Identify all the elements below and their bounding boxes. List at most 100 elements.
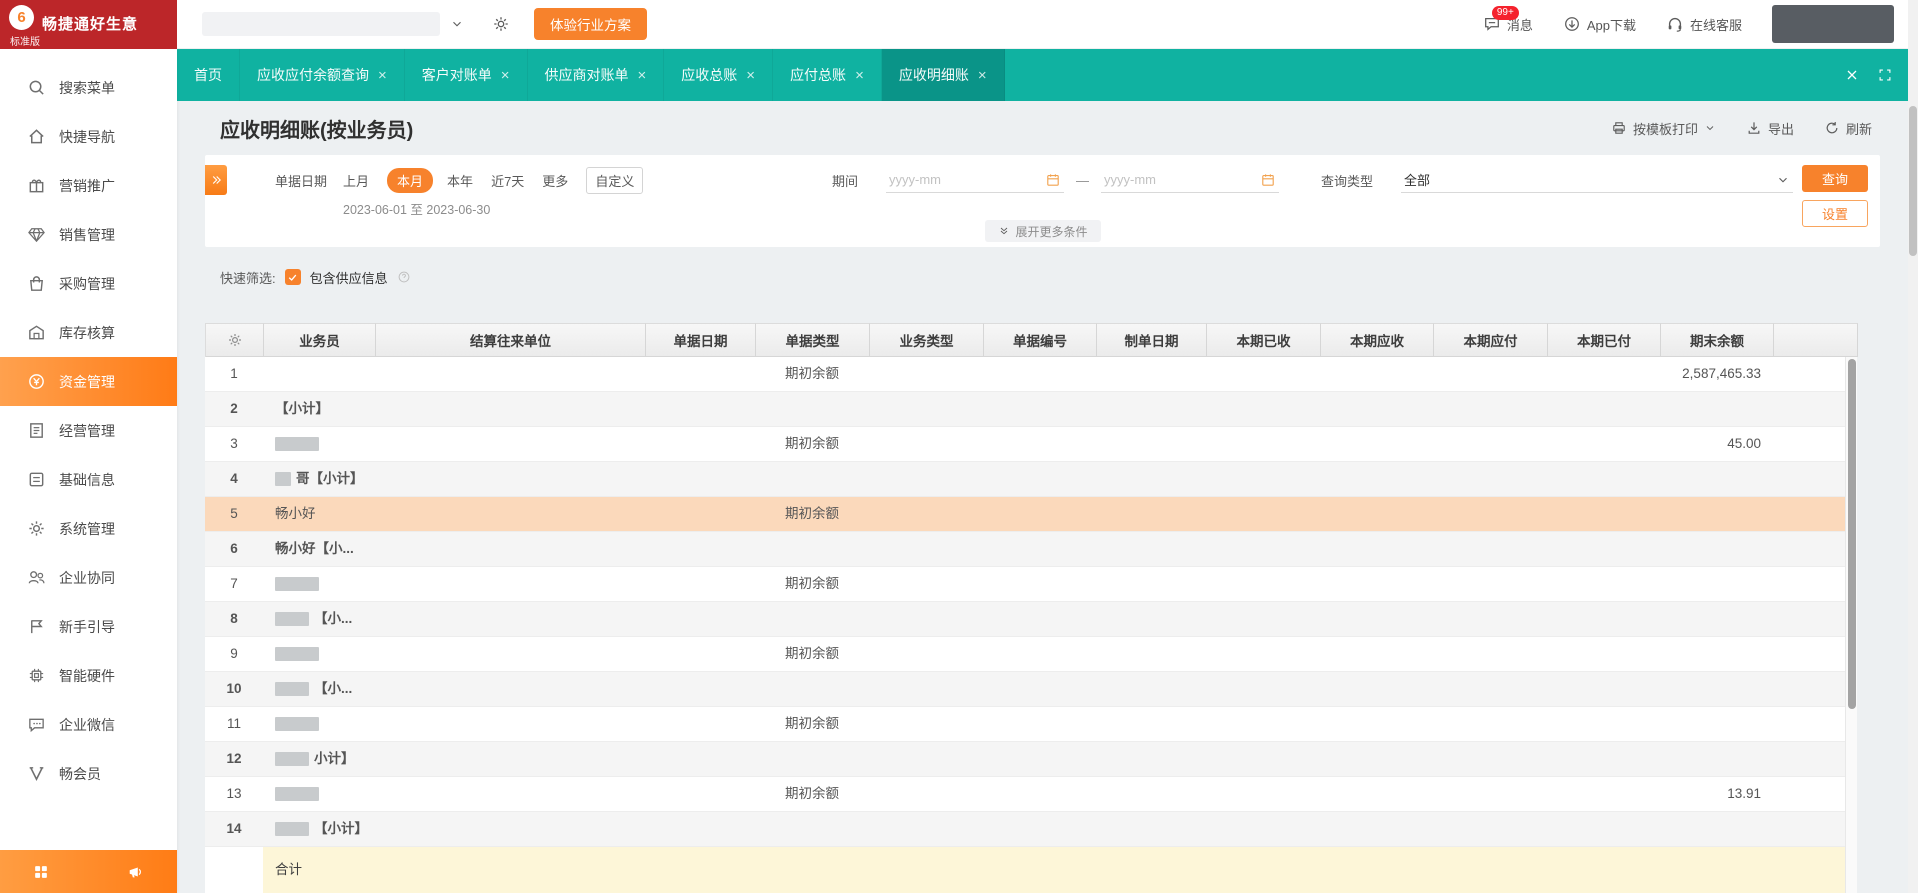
- tab-1[interactable]: 应收应付余额查询 ×: [240, 49, 405, 101]
- table-row[interactable]: 11 期初余额: [205, 707, 1857, 742]
- workspace-dropdown[interactable]: [202, 12, 464, 36]
- column-header-8[interactable]: 本期应收: [1321, 323, 1434, 357]
- announcement-icon[interactable]: [127, 863, 145, 881]
- date-option-0[interactable]: 上月: [343, 171, 369, 190]
- column-header-0[interactable]: 业务员: [264, 323, 376, 357]
- sidebar-item-report[interactable]: 经营管理: [0, 406, 177, 455]
- sidebar-item-info[interactable]: 基础信息: [0, 455, 177, 504]
- settings-button[interactable]: 设置: [1802, 200, 1868, 227]
- period-to-input[interactable]: yyyy-mm: [1101, 167, 1280, 193]
- include-supply-checkbox[interactable]: [284, 269, 301, 285]
- fullscreen-icon[interactable]: [1878, 68, 1892, 82]
- refresh-button[interactable]: 刷新: [1824, 119, 1872, 138]
- messages-button[interactable]: 99+ 消息: [1483, 5, 1533, 34]
- table-row[interactable]: 12 小计】: [205, 742, 1857, 777]
- settings-gear-icon[interactable]: [492, 15, 510, 33]
- search-button[interactable]: 查询: [1802, 165, 1868, 192]
- date-option-5[interactable]: 自定义: [586, 166, 644, 194]
- empty-cell: [1320, 357, 1433, 392]
- industry-solution-button[interactable]: 体验行业方案: [534, 8, 647, 40]
- sidebar-item-guide[interactable]: 新手引导: [0, 602, 177, 651]
- doc-type-cell: [755, 602, 869, 637]
- redacted-text: [275, 717, 319, 732]
- sidebar-item-hardware[interactable]: 智能硬件: [0, 651, 177, 700]
- sidebar-item-member[interactable]: 畅会员: [0, 749, 177, 798]
- table-row[interactable]: 4 哥【小计】: [205, 462, 1857, 497]
- export-button[interactable]: 导出: [1746, 119, 1794, 138]
- period-from-input[interactable]: yyyy-mm: [886, 167, 1065, 193]
- empty-cell: [1096, 462, 1206, 497]
- print-by-template-button[interactable]: 按模板打印: [1611, 119, 1716, 138]
- table-row[interactable]: 14 【小计】: [205, 812, 1857, 847]
- gear-icon: [227, 332, 243, 348]
- column-settings-button[interactable]: [206, 323, 264, 357]
- close-all-tabs-icon[interactable]: [1844, 67, 1860, 83]
- column-header-4[interactable]: 业务类型: [870, 323, 984, 357]
- date-option-3[interactable]: 近7天: [491, 171, 524, 190]
- sidebar-item-label: 企业协同: [59, 569, 115, 586]
- column-header-1[interactable]: 结算往来单位: [376, 323, 646, 357]
- tab-close-icon[interactable]: ×: [638, 68, 647, 83]
- table-row[interactable]: 7 期初余额: [205, 567, 1857, 602]
- app-download-button[interactable]: App下载: [1563, 15, 1636, 34]
- column-header-10[interactable]: 本期已付: [1548, 323, 1661, 357]
- table-row[interactable]: 13 期初余额 13.91: [205, 777, 1857, 812]
- tab-close-icon[interactable]: ×: [855, 68, 864, 83]
- expand-more-button[interactable]: 展开更多条件: [984, 220, 1101, 242]
- sidebar-item-bag[interactable]: 采购管理: [0, 259, 177, 308]
- table-row[interactable]: 5 畅小好 期初余额: [205, 497, 1857, 532]
- empty-cell: [1547, 532, 1660, 567]
- sidebar-item-wechat[interactable]: 企业微信: [0, 700, 177, 749]
- quick-filter-label: 快速筛选:: [220, 270, 276, 286]
- collapse-panel-button[interactable]: [205, 165, 227, 195]
- table-row[interactable]: 8 【小...: [205, 602, 1857, 637]
- settle-unit-cell: [375, 637, 645, 672]
- online-service-button[interactable]: 在线客服: [1666, 15, 1742, 34]
- tab-5[interactable]: 应付总账 ×: [773, 49, 882, 101]
- tab-6[interactable]: 应收明细账 ×: [881, 49, 1005, 101]
- column-header-9[interactable]: 本期应付: [1434, 323, 1548, 357]
- page-scrollbar-thumb[interactable]: [1909, 106, 1917, 256]
- column-header-2[interactable]: 单据日期: [646, 323, 756, 357]
- tab-close-icon[interactable]: ×: [501, 68, 510, 83]
- page-scrollbar[interactable]: [1908, 0, 1918, 893]
- table-scrollbar[interactable]: [1845, 357, 1857, 893]
- sidebar-item-gear[interactable]: 系统管理: [0, 504, 177, 553]
- query-type-select[interactable]: 全部: [1401, 167, 1794, 193]
- table-row[interactable]: 9 期初余额: [205, 637, 1857, 672]
- date-option-2[interactable]: 本年: [447, 171, 473, 190]
- apps-grid-icon[interactable]: [32, 863, 50, 881]
- collab-icon: [27, 568, 46, 587]
- date-option-4[interactable]: 更多: [542, 171, 568, 190]
- table-row[interactable]: 1 期初余额 2,587,465.33: [205, 357, 1857, 392]
- tab-2[interactable]: 客户对账单 ×: [405, 49, 528, 101]
- sidebar-item-home[interactable]: 快捷导航: [0, 112, 177, 161]
- tab-close-icon[interactable]: ×: [746, 68, 755, 83]
- table-row[interactable]: 6 畅小好【小...: [205, 532, 1857, 567]
- sidebar-item-gift[interactable]: 营销推广: [0, 161, 177, 210]
- empty-cell: [1773, 637, 1845, 672]
- tab-0[interactable]: 首页: [177, 49, 240, 101]
- sidebar-item-warehouse[interactable]: 库存核算: [0, 308, 177, 357]
- tab-4[interactable]: 应收总账 ×: [664, 49, 774, 101]
- column-header-3[interactable]: 单据类型: [756, 323, 870, 357]
- column-header-6[interactable]: 制单日期: [1097, 323, 1207, 357]
- table-row[interactable]: 10 【小...: [205, 672, 1857, 707]
- column-header-5[interactable]: 单据编号: [984, 323, 1097, 357]
- tab-close-icon[interactable]: ×: [978, 68, 987, 83]
- sidebar-item-collab[interactable]: 企业协同: [0, 553, 177, 602]
- date-option-1[interactable]: 本月: [387, 167, 434, 193]
- table-row[interactable]: 2 【小计】: [205, 392, 1857, 427]
- column-header-7[interactable]: 本期已收: [1207, 323, 1321, 357]
- column-header-11[interactable]: 期末余额: [1661, 323, 1774, 357]
- refresh-icon: [1824, 120, 1840, 136]
- table-scrollbar-thumb[interactable]: [1848, 359, 1856, 709]
- sidebar-item-search[interactable]: 搜索菜单: [0, 63, 177, 112]
- help-icon[interactable]: [397, 270, 411, 284]
- table-row[interactable]: 3 期初余额 45.00: [205, 427, 1857, 462]
- sidebar-item-diamond[interactable]: 销售管理: [0, 210, 177, 259]
- sidebar-menu: 搜索菜单 快捷导航 营销推广 销售管理 采购管理 库存核算 资金管理 经营管理 基础信息 系统管理…: [0, 49, 177, 798]
- tab-close-icon[interactable]: ×: [378, 68, 387, 83]
- tab-3[interactable]: 供应商对账单 ×: [528, 49, 665, 101]
- sidebar-item-money[interactable]: 资金管理: [0, 357, 177, 406]
